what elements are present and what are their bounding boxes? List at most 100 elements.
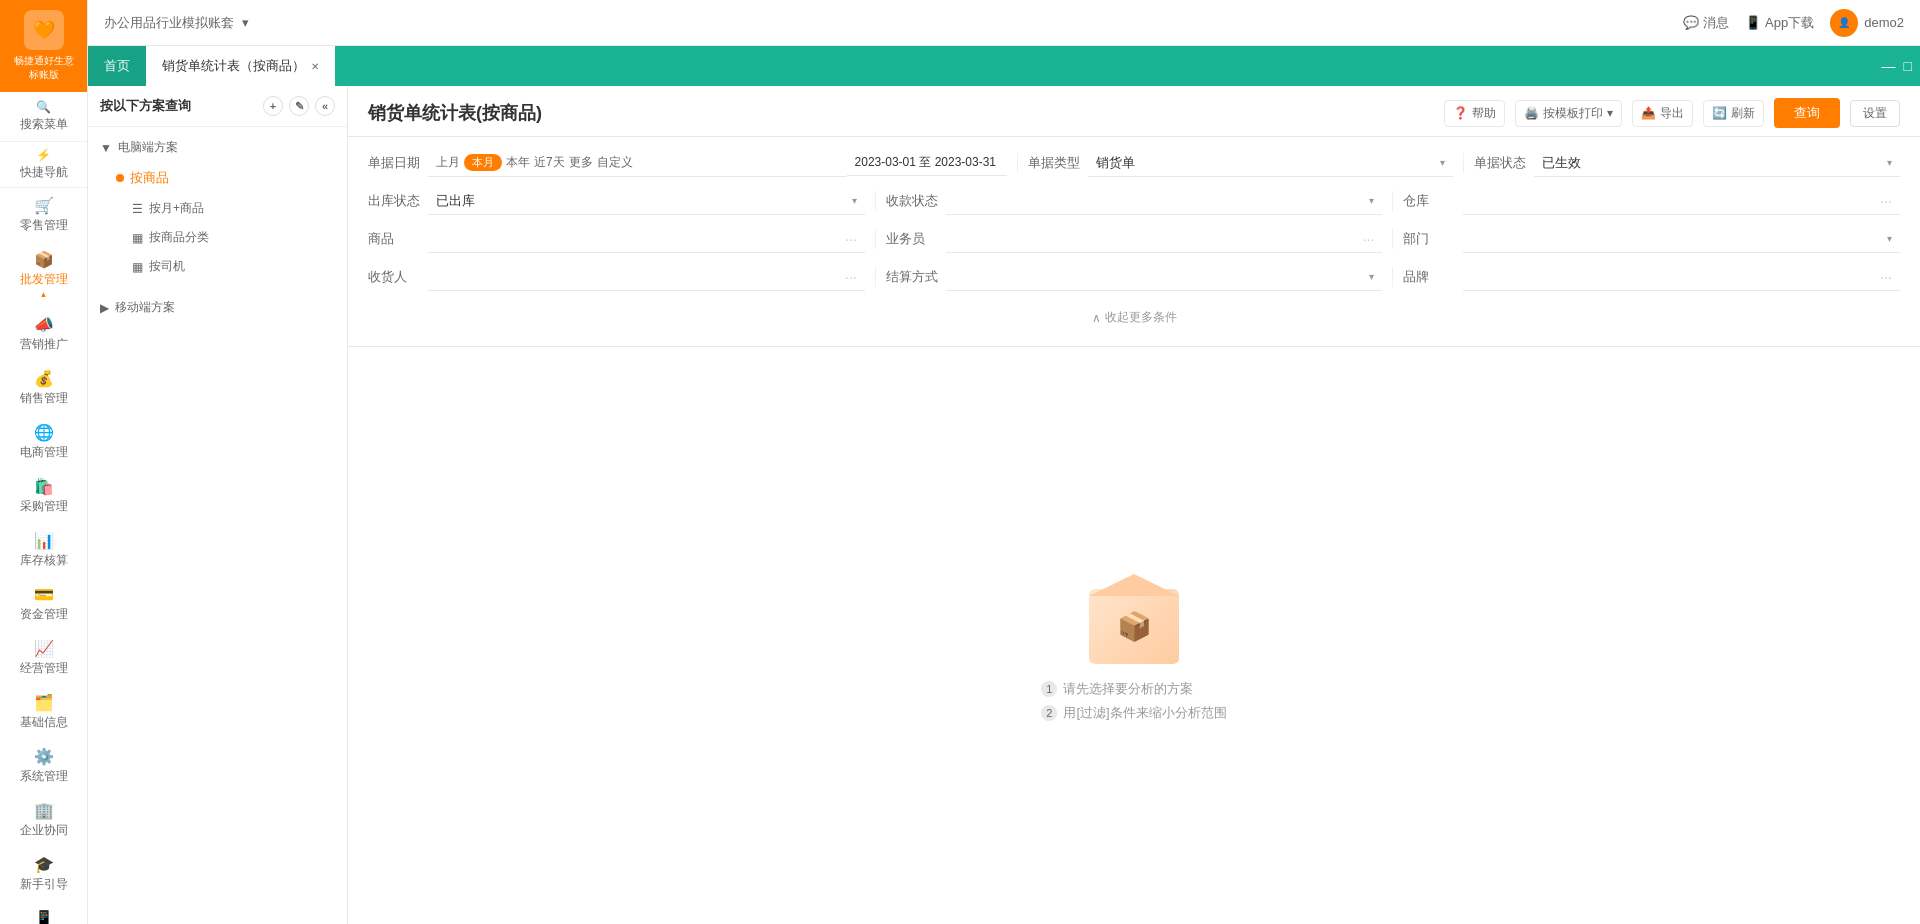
sidebar-item-inventory[interactable]: 📊 库存核算 [0, 523, 87, 577]
wholesale-label: 批发管理 [20, 271, 68, 288]
date-field: 单据日期 上月 本月 本年 近7天 更多 自定义 2023-03-01 至 20… [368, 149, 1007, 177]
settings-btn[interactable]: 设置 [1850, 100, 1900, 127]
date-range-display[interactable]: 2023-03-01 至 2023-03-31 [847, 150, 1007, 176]
date-range-text: 2023-03-01 至 2023-03-31 [855, 155, 996, 169]
sidebar-item-purchase[interactable]: 🛍️ 采购管理 [0, 469, 87, 523]
tab-actions: — □ [1882, 58, 1920, 74]
stock-status-field: 出库状态 已出库 ▾ [368, 187, 865, 215]
sidebar-item-wholesale[interactable]: 📦 批发管理 ▲ [0, 242, 87, 307]
app-download-btn[interactable]: 📱 App下载 [1745, 14, 1814, 32]
download-icon: 📱 [1745, 15, 1761, 30]
sidebar-item-finance[interactable]: 💳 资金管理 [0, 577, 87, 631]
receiver-dropdown[interactable]: ··· [428, 263, 865, 291]
collapse-panel-btn[interactable]: « [315, 96, 335, 116]
sidebar-item-enterprise[interactable]: 🏢 企业协同 [0, 793, 87, 847]
industry-dropdown-icon[interactable]: ▾ [242, 15, 249, 30]
mobile-section-label: 移动端方案 [115, 299, 175, 316]
staff-dots[interactable]: ··· [1363, 231, 1375, 247]
sidebar-item-base[interactable]: 🗂️ 基础信息 [0, 685, 87, 739]
date-opt-this-year[interactable]: 本年 [506, 154, 530, 171]
sidebar-item-retail[interactable]: 🛒 零售管理 [0, 188, 87, 242]
sep-6 [1392, 229, 1393, 249]
scheme-by-month-goods[interactable]: ☰ 按月+商品 [88, 194, 347, 223]
quick-nav-label: 快捷导航 [20, 164, 68, 181]
goods-dots[interactable]: ··· [845, 231, 857, 247]
staff-dropdown[interactable]: ··· [946, 225, 1383, 253]
doc-type-label: 单据类型 [1028, 154, 1088, 172]
edit-scheme-btn[interactable]: ✎ [289, 96, 309, 116]
industry-label: 办公用品行业模拟账套 [104, 14, 234, 32]
tab-home[interactable]: 首页 [88, 46, 146, 86]
date-opt-custom[interactable]: 自定义 [597, 154, 633, 171]
doc-type-dropdown[interactable]: 销货单 ▾ [1088, 149, 1454, 177]
logo-subtext: 标账版 [29, 68, 59, 82]
date-opt-this-month[interactable]: 本月 [464, 154, 502, 171]
scheme-by-cashier-icon: ▦ [132, 260, 143, 274]
add-scheme-btn[interactable]: + [263, 96, 283, 116]
collapse-bar[interactable]: ∧ 收起更多条件 [368, 301, 1900, 334]
goods-dropdown[interactable]: ··· [428, 225, 865, 253]
desktop-section-toggle[interactable]: ▼ 电脑端方案 [88, 133, 347, 162]
help-icon: ❓ [1453, 106, 1468, 120]
export-btn[interactable]: 📤 导出 [1632, 100, 1693, 127]
mobile-section-toggle[interactable]: ▶ 移动端方案 [88, 293, 347, 322]
sidebar-item-system[interactable]: ⚙️ 系统管理 [0, 739, 87, 793]
sidebar-item-newbie[interactable]: 🎓 新手引导 [0, 847, 87, 901]
doc-status-dropdown[interactable]: 已生效 ▾ [1534, 149, 1900, 177]
staff-label: 业务员 [886, 230, 946, 248]
tab-maximize-btn[interactable]: □ [1904, 58, 1912, 74]
desktop-scheme-section: ▼ 电脑端方案 按商品 ☰ 按月+商品 ▦ 按商品分类 ▦ 按司机 [88, 127, 347, 287]
tab-sales-stats[interactable]: 销货单统计表（按商品） ✕ [146, 46, 335, 86]
hint-2-text: 用[过滤]条件来缩小分析范围 [1063, 704, 1226, 722]
refresh-btn[interactable]: 🔄 刷新 [1703, 100, 1764, 127]
date-opt-prev-month[interactable]: 上月 [436, 154, 460, 171]
system-label: 系统管理 [20, 768, 68, 785]
date-value[interactable]: 上月 本月 本年 近7天 更多 自定义 [428, 149, 847, 177]
brand-dots[interactable]: ··· [1880, 269, 1892, 285]
dept-dropdown[interactable]: ▾ [1463, 225, 1900, 253]
scheme-by-month-goods-icon: ☰ [132, 202, 143, 216]
tab-minimize-btn[interactable]: — [1882, 58, 1896, 74]
page-content: 按以下方案查询 + ✎ « ▼ 电脑端方案 按商品 ☰ [88, 86, 1920, 924]
collapse-label: 收起更多条件 [1105, 309, 1177, 326]
scheme-by-category-icon: ▦ [132, 231, 143, 245]
scheme-by-goods[interactable]: 按商品 [88, 162, 347, 194]
app-download-label: App下载 [1765, 14, 1814, 32]
header-right: 💬 消息 📱 App下载 👤 demo2 [1683, 9, 1904, 37]
sidebar-item-operation[interactable]: 📈 经营管理 [0, 631, 87, 685]
receiver-dots[interactable]: ··· [845, 269, 857, 285]
sidebar-item-ecommerce[interactable]: 🌐 电商管理 [0, 415, 87, 469]
purchase-label: 采购管理 [20, 498, 68, 515]
avatar: 👤 [1830, 9, 1858, 37]
filter-row-3: 商品 ··· 业务员 ··· [368, 225, 1900, 253]
right-content: 销货单统计表(按商品) ❓ 帮助 🖨️ 按模板打印 ▾ 📤 导出 [348, 86, 1920, 924]
template-print-btn[interactable]: 🖨️ 按模板打印 ▾ [1515, 100, 1622, 127]
payment-status-dropdown[interactable]: ▾ [946, 187, 1383, 215]
search-menu[interactable]: 🔍 搜索菜单 [0, 92, 87, 142]
scheme-by-cashier[interactable]: ▦ 按司机 [88, 252, 347, 281]
sep-7 [875, 267, 876, 287]
query-btn[interactable]: 查询 [1774, 98, 1840, 128]
brand-dropdown[interactable]: ··· [1463, 263, 1900, 291]
settlement-dropdown[interactable]: ▾ [946, 263, 1383, 291]
base-icon: 🗂️ [34, 693, 54, 712]
help-btn[interactable]: ❓ 帮助 [1444, 100, 1505, 127]
warehouse-dropdown[interactable]: ··· [1463, 187, 1900, 215]
quick-nav[interactable]: ⚡ 快捷导航 [0, 142, 87, 188]
empty-hint-2: 2 用[过滤]条件来缩小分析范围 [1041, 704, 1226, 722]
sidebar-item-sales[interactable]: 💰 销售管理 [0, 361, 87, 415]
sep-1 [1017, 153, 1018, 173]
date-opt-more[interactable]: 更多 [569, 154, 593, 171]
tab-close-icon[interactable]: ✕ [311, 61, 319, 72]
empty-state: 📦 1 请先选择要分析的方案 2 用[过滤]条件来缩小分析范围 [348, 347, 1920, 924]
sidebar-item-marketing[interactable]: 📣 营销推广 [0, 307, 87, 361]
sidebar-item-apps[interactable]: 📱 应用中心 [0, 901, 87, 924]
scheme-by-category[interactable]: ▦ 按商品分类 [88, 223, 347, 252]
brand-label: 品牌 [1403, 268, 1463, 286]
user-btn[interactable]: 👤 demo2 [1830, 9, 1904, 37]
message-btn[interactable]: 💬 消息 [1683, 14, 1729, 32]
date-opt-7days[interactable]: 近7天 [534, 154, 565, 171]
warehouse-dots[interactable]: ··· [1880, 193, 1892, 209]
stock-status-dropdown[interactable]: 已出库 ▾ [428, 187, 865, 215]
sidebar: 🧡 畅捷通好生意 标账版 🔍 搜索菜单 ⚡ 快捷导航 🛒 零售管理 📦 批发管理… [0, 0, 88, 924]
